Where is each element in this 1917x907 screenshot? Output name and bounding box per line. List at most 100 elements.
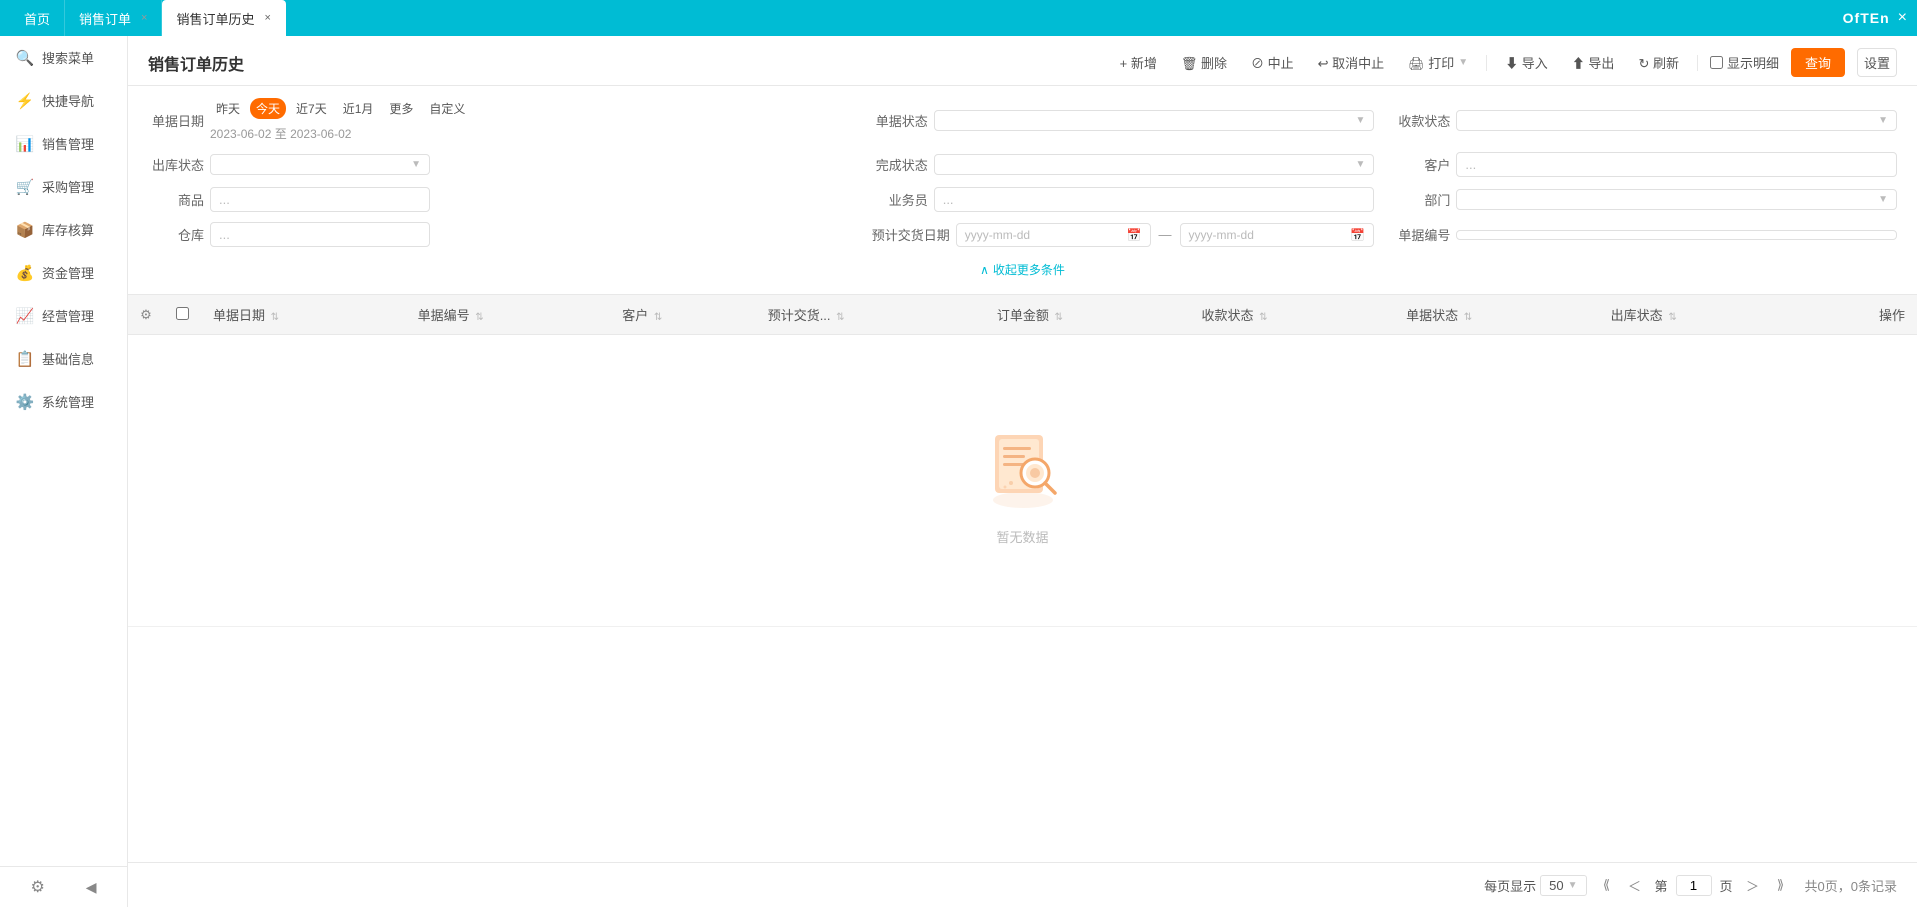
warehouse-input[interactable]: ... [210, 222, 430, 247]
tab-sales-order-close[interactable]: × [141, 12, 147, 24]
print-button[interactable]: 🖨 打印 ▼ [1402, 49, 1474, 76]
delete-button[interactable]: 🗑 删除 [1175, 49, 1233, 76]
collapse-bar[interactable]: ∧ 收起更多条件 [148, 257, 1897, 282]
tab-sales-order[interactable]: 销售订单 × [65, 0, 162, 36]
sidebar-item-quick-nav-label: 快捷导航 [42, 91, 94, 110]
order-no-input[interactable] [1456, 230, 1897, 240]
select-all-checkbox[interactable] [176, 307, 189, 320]
sidebar-item-purchase-mgmt[interactable]: 🛒 采购管理 [0, 165, 127, 208]
th-customer-label: 客户 [622, 308, 648, 323]
shortcut-today[interactable]: 今天 [250, 98, 286, 119]
th-date[interactable]: 单据日期 ⇅ [201, 295, 406, 335]
goods-placeholder: ... [219, 192, 230, 207]
shortcut-more[interactable]: 更多 [383, 98, 419, 119]
page-number-input[interactable] [1676, 875, 1712, 896]
prev-page-button[interactable]: ＜ [1623, 873, 1647, 897]
shortcut-7days[interactable]: 近7天 [290, 98, 333, 119]
next-page-button[interactable]: ＞ [1741, 873, 1765, 897]
outbound-status-select[interactable]: ▼ [210, 154, 430, 175]
th-ops: 操作 [1803, 295, 1917, 335]
refresh-button[interactable]: ↻ 刷新 [1632, 49, 1685, 76]
th-delivery[interactable]: 预计交货... ⇅ [756, 295, 985, 335]
date-shortcuts: 昨天 今天 近7天 近1月 更多 自定义 [210, 98, 471, 119]
shortcut-yesterday[interactable]: 昨天 [210, 98, 246, 119]
collapse-up-icon: ∧ [980, 263, 989, 277]
tab-sales-order-history[interactable]: 销售订单历史 × [162, 0, 285, 36]
filter-order-no: 单据编号 [1374, 225, 1897, 244]
th-check[interactable] [164, 295, 201, 335]
display-cols-toggle[interactable]: 显示明细 [1710, 53, 1779, 72]
last-page-button[interactable]: ⟫ [1769, 873, 1793, 897]
th-amount[interactable]: 订单金额 ⇅ [985, 295, 1190, 335]
stop-button[interactable]: ⊘ 中止 [1245, 49, 1300, 76]
per-page-value: 50 [1549, 878, 1563, 893]
sidebar-item-operations-label: 经营管理 [42, 306, 94, 325]
tab-home[interactable]: 首页 [10, 0, 65, 36]
payment-status-select[interactable]: ▼ [1456, 110, 1897, 131]
sidebar-item-operations[interactable]: 📈 经营管理 [0, 294, 127, 337]
page-size-box[interactable]: 50 ▼ [1540, 875, 1586, 896]
page-label-text: 第 [1655, 876, 1668, 895]
sidebar-item-finance[interactable]: 💰 资金管理 [0, 251, 127, 294]
payment-status-arrow-icon: ▼ [1878, 115, 1888, 126]
query-button[interactable]: 查询 [1791, 48, 1845, 77]
import-button-label: ⬇ 导入 [1505, 53, 1548, 72]
complete-status-select[interactable]: ▼ [934, 154, 1375, 175]
query-button-label: 查询 [1805, 53, 1831, 72]
salesman-input[interactable]: ... [934, 187, 1375, 212]
calendar-from-icon[interactable]: 📅 [1127, 228, 1142, 242]
sidebar-item-basic-info-label: 基础信息 [42, 349, 94, 368]
sort-no-icon: ⇅ [475, 312, 483, 323]
table-settings-icon[interactable]: ⚙ [140, 307, 152, 322]
purchase-mgmt-icon: 🛒 [16, 178, 34, 196]
th-customer[interactable]: 客户 ⇅ [610, 295, 756, 335]
new-button-label: + 新增 [1120, 53, 1157, 72]
new-button[interactable]: + 新增 [1114, 49, 1163, 76]
sidebar-settings-icon[interactable]: ⚙ [30, 877, 44, 897]
filter-department: 部门 ▼ [1374, 189, 1897, 210]
filter-date: 单据日期 昨天 今天 近7天 近1月 更多 自定义 2023-06-02 至 [148, 98, 852, 142]
th-no[interactable]: 单据编号 ⇅ [406, 295, 611, 335]
sidebar-item-sales-mgmt[interactable]: 📊 销售管理 [0, 122, 127, 165]
settings-button[interactable]: 设置 [1857, 48, 1897, 77]
sidebar-item-quick-nav[interactable]: ⚡ 快捷导航 [0, 79, 127, 122]
th-outbound-status[interactable]: 出库状态 ⇅ [1599, 295, 1804, 335]
th-settings[interactable]: ⚙ [128, 295, 164, 335]
sidebar-item-basic-info[interactable]: 📋 基础信息 [0, 337, 127, 380]
tab-sales-order-history-close[interactable]: × [264, 12, 270, 24]
display-cols-checkbox[interactable] [1710, 56, 1723, 69]
calendar-to-icon[interactable]: 📅 [1350, 228, 1365, 242]
shortcut-1month[interactable]: 近1月 [337, 98, 380, 119]
th-payment-status[interactable]: 收款状态 ⇅ [1189, 295, 1394, 335]
import-button[interactable]: ⬇ 导入 [1499, 49, 1554, 76]
delivery-date-to-input[interactable]: yyyy-mm-dd 📅 [1180, 223, 1375, 247]
first-page-button[interactable]: ⟪ [1595, 873, 1619, 897]
department-select[interactable]: ▼ [1456, 189, 1897, 210]
export-button[interactable]: ⬆ 导出 [1566, 49, 1621, 76]
customer-input[interactable]: ... [1456, 152, 1897, 177]
th-amount-label: 订单金额 [997, 308, 1049, 323]
search-menu-icon: 🔍 [16, 49, 34, 67]
complete-status-arrow-icon: ▼ [1355, 159, 1365, 170]
operations-icon: 📈 [16, 307, 34, 325]
sys-mgmt-icon: ⚙️ [16, 393, 34, 411]
close-window-icon[interactable]: × [1898, 9, 1907, 27]
sidebar-item-sys-mgmt[interactable]: ⚙️ 系统管理 [0, 380, 127, 423]
filter-payment-status: 收款状态 ▼ [1374, 110, 1897, 131]
order-status-select[interactable]: ▼ [934, 110, 1375, 131]
page-header: 销售订单历史 + 新增 🗑 删除 ⊘ 中止 ↩ 取消中止 🖨 打印 ▼ [128, 36, 1917, 86]
sidebar-collapse-icon[interactable]: ◀ [86, 879, 97, 896]
goods-input[interactable]: ... [210, 187, 430, 212]
filter-outbound-status: 出库状态 ▼ [148, 154, 852, 175]
sidebar-item-search-menu[interactable]: 🔍 搜索菜单 [0, 36, 127, 79]
display-cols-label: 显示明细 [1727, 53, 1779, 72]
finance-icon: 💰 [16, 264, 34, 282]
th-order-status[interactable]: 单据状态 ⇅ [1394, 295, 1599, 335]
main-layout: 🔍 搜索菜单 ⚡ 快捷导航 📊 销售管理 🛒 采购管理 📦 库存核算 💰 资金管… [0, 36, 1917, 907]
sort-order-icon: ⇅ [1464, 312, 1472, 323]
sidebar-item-inventory[interactable]: 📦 库存核算 [0, 208, 127, 251]
shortcut-custom[interactable]: 自定义 [423, 98, 471, 119]
delivery-date-from-input[interactable]: yyyy-mm-dd 📅 [956, 223, 1151, 247]
inventory-icon: 📦 [16, 221, 34, 239]
cancel-stop-button[interactable]: ↩ 取消中止 [1312, 49, 1391, 76]
